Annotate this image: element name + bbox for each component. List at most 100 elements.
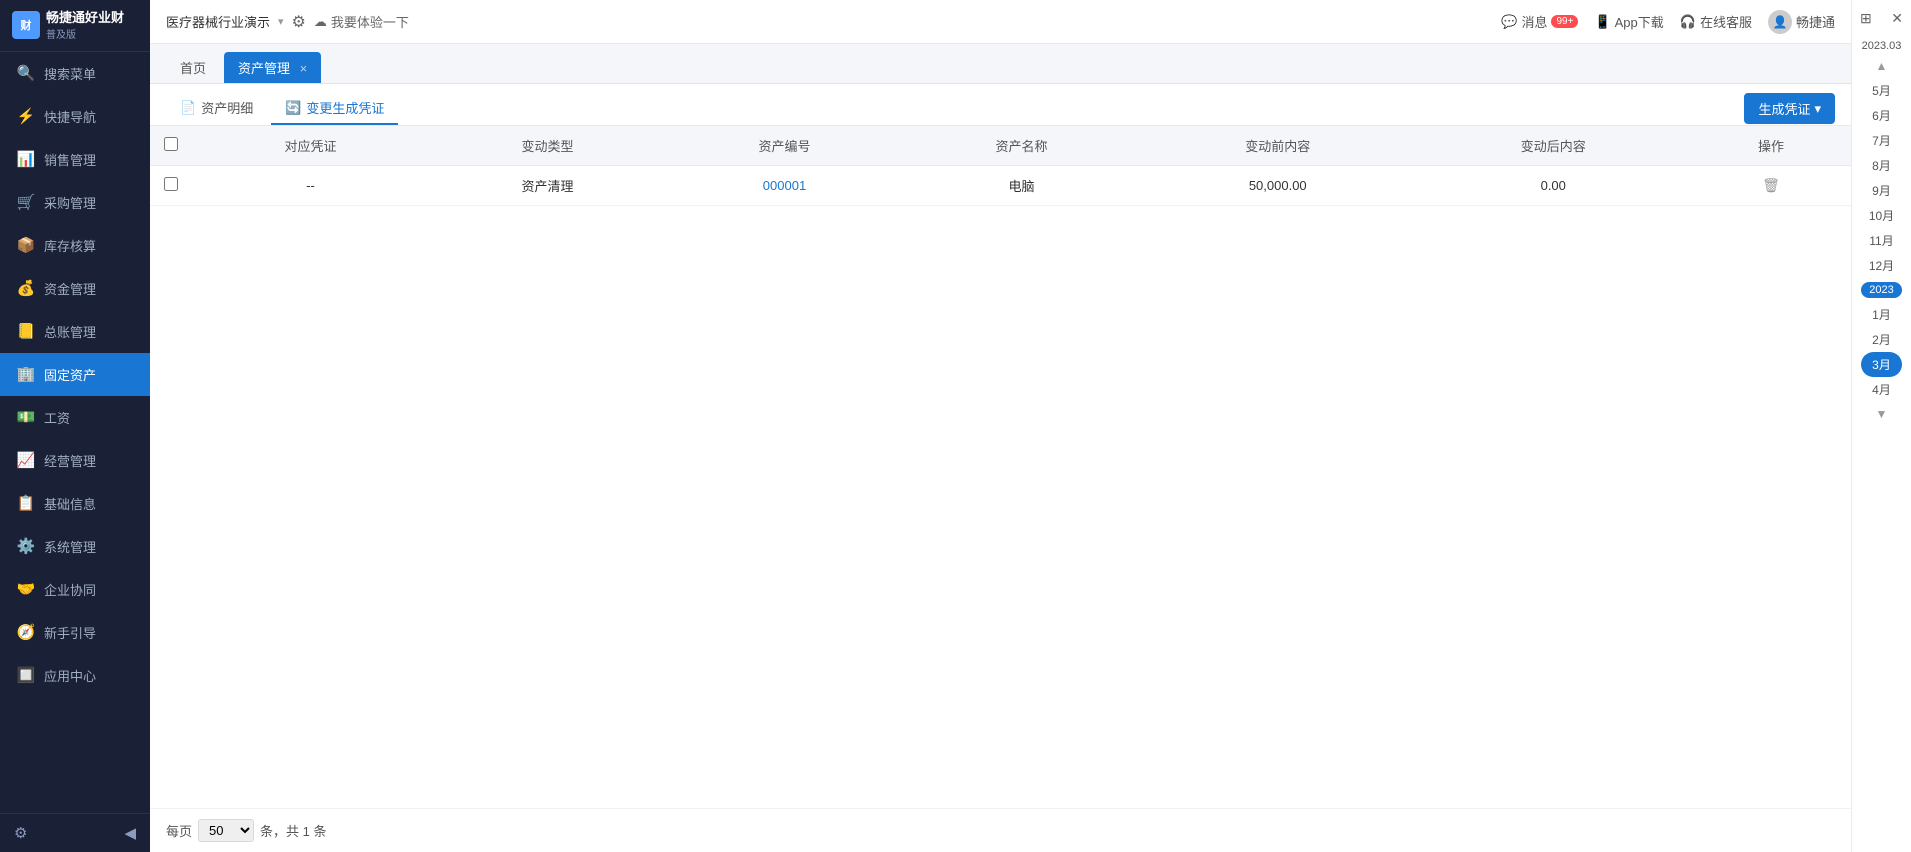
sidebar-scroll: 🔍 搜索菜单 ⚡ 快捷导航 📊 销售管理 🛒 采购管理 📦 库存核算 💰 资金管… xyxy=(0,52,150,813)
month-item[interactable]: 8月 xyxy=(1861,153,1902,178)
per-page-select[interactable]: 50 10 20 100 xyxy=(198,819,254,842)
company-arrow-icon[interactable]: ▾ xyxy=(278,15,284,28)
current-year-badge[interactable]: 2023 xyxy=(1861,282,1902,298)
sub-tab-asset-list[interactable]: 📄 资产明细 xyxy=(166,92,267,125)
salary-label: 工资 xyxy=(44,408,70,427)
right-panel-expand-icon[interactable]: ⊞ xyxy=(1860,10,1872,27)
month-item[interactable]: 12月 xyxy=(1861,253,1902,278)
app-download-icon: 📱 xyxy=(1594,14,1610,30)
sidebar-item-enterprise[interactable]: 🤝 企业协同 xyxy=(0,568,150,611)
header-operation: 操作 xyxy=(1691,126,1851,166)
table-header-row: 对应凭证 变动类型 资产编号 资产名称 变动前内容 变动后内容 操作 xyxy=(150,126,1851,166)
sidebar-item-operation[interactable]: 📈 经营管理 xyxy=(0,439,150,482)
month-item[interactable]: 5月 xyxy=(1861,78,1902,103)
messages-icon: 💬 xyxy=(1501,14,1517,30)
tab-asset-management[interactable]: 资产管理 × xyxy=(224,52,321,83)
tab-asset-management-label: 资产管理 xyxy=(238,61,290,76)
sidebar-item-base-info[interactable]: 📋 基础信息 xyxy=(0,482,150,525)
sidebar-item-quick-nav[interactable]: ⚡ 快捷导航 xyxy=(0,95,150,138)
sales-icon: 📊 xyxy=(16,150,36,168)
sidebar-item-system[interactable]: ⚙️ 系统管理 xyxy=(0,525,150,568)
row-checkbox-0[interactable] xyxy=(164,177,178,191)
guide-label: 新手引导 xyxy=(44,623,96,642)
asset-list-icon: 📄 xyxy=(180,100,196,116)
customer-service-button[interactable]: 🎧 在线客服 xyxy=(1680,12,1752,31)
messages-button[interactable]: 💬 消息 99+ xyxy=(1501,12,1578,31)
topbar-right: 💬 消息 99+ 📱 App下载 🎧 在线客服 👤 畅捷通 xyxy=(1501,10,1835,34)
messages-label: 消息 xyxy=(1521,12,1547,31)
app-download-button[interactable]: 📱 App下载 xyxy=(1594,12,1663,31)
sub-tab-change-voucher[interactable]: 🔄 变更生成凭证 xyxy=(271,92,398,125)
sidebar-logo: 财 畅捷通好业财 普及版 xyxy=(0,0,150,52)
sidebar-item-app-center[interactable]: 🔲 应用中心 xyxy=(0,654,150,697)
delete-icon[interactable]: 🗑 xyxy=(1762,177,1780,193)
tab-close-icon[interactable]: × xyxy=(300,61,308,76)
topbar-settings-icon[interactable]: ⚙ xyxy=(292,12,306,32)
month-item[interactable]: 2月 xyxy=(1861,327,1902,352)
operation-icon: 📈 xyxy=(16,451,36,469)
app-download-label: App下载 xyxy=(1615,12,1664,31)
settings-icon[interactable]: ⚙ xyxy=(14,824,27,842)
month-item[interactable]: 1月 xyxy=(1861,302,1902,327)
sidebar-item-ledger[interactable]: 📒 总账管理 xyxy=(0,310,150,353)
search-icon: 🔍 xyxy=(16,64,36,82)
sidebar: 财 畅捷通好业财 普及版 🔍 搜索菜单 ⚡ 快捷导航 📊 销售管理 🛒 采购管理… xyxy=(0,0,150,852)
feedback-item[interactable]: ☁ 我要体验一下 xyxy=(314,12,409,31)
month-item[interactable]: 7月 xyxy=(1861,128,1902,153)
purchase-label: 采购管理 xyxy=(44,193,96,212)
generate-voucher-label: 生成凭证 xyxy=(1758,99,1810,118)
right-panel-year-label: 2023.03 xyxy=(1858,40,1906,52)
table-row: -- 资产清理 000001 电脑 50,000.00 0.00 🗑 xyxy=(150,166,1851,206)
messages-badge: 99+ xyxy=(1551,15,1578,28)
month-item[interactable]: 10月 xyxy=(1861,203,1902,228)
right-panel: ⊞ ✕ 2023.03 ▲ 5月6月7月8月9月10月11月12月 2023 1月2… xyxy=(1851,0,1911,852)
right-panel-close-icon[interactable]: ✕ xyxy=(1891,10,1903,27)
user-profile[interactable]: 👤 畅捷通 xyxy=(1768,10,1835,34)
sidebar-item-search[interactable]: 🔍 搜索菜单 xyxy=(0,52,150,95)
row-checkbox-cell xyxy=(150,166,192,206)
sidebar-item-finance[interactable]: 💰 资金管理 xyxy=(0,267,150,310)
main-area: 医疗器械行业演示 ▾ ⚙ ☁ 我要体验一下 💬 消息 99+ 📱 App下载 🎧… xyxy=(150,0,1851,852)
ledger-label: 总账管理 xyxy=(44,322,96,341)
logo-text: 畅捷通好业财 xyxy=(46,10,124,26)
month-item[interactable]: 4月 xyxy=(1861,377,1902,402)
collapse-icon[interactable]: ◀ xyxy=(124,824,136,842)
topbar-left: 医疗器械行业演示 ▾ ⚙ ☁ 我要体验一下 xyxy=(166,12,1489,32)
pagination-total: 条，共 1 条 xyxy=(260,821,326,840)
generate-dropdown-icon: ▾ xyxy=(1814,101,1821,117)
tab-home[interactable]: 首页 xyxy=(166,52,220,83)
generate-voucher-button[interactable]: 生成凭证 ▾ xyxy=(1744,93,1835,124)
quick-nav-label: 快捷导航 xyxy=(44,107,96,126)
sidebar-item-guide[interactable]: 🧭 新手引导 xyxy=(0,611,150,654)
sidebar-item-fixed-assets[interactable]: 🏢 固定资产 xyxy=(0,353,150,396)
month-scroll-down-icon[interactable]: ▼ xyxy=(1873,404,1891,424)
header-after-change: 变动后内容 xyxy=(1416,126,1692,166)
system-icon: ⚙️ xyxy=(16,537,36,555)
sidebar-item-purchase[interactable]: 🛒 采购管理 xyxy=(0,181,150,224)
month-scroll-up-icon[interactable]: ▲ xyxy=(1873,56,1891,76)
month-item[interactable]: 11月 xyxy=(1861,228,1902,253)
topbar: 医疗器械行业演示 ▾ ⚙ ☁ 我要体验一下 💬 消息 99+ 📱 App下载 🎧… xyxy=(150,0,1851,44)
month-item[interactable]: 6月 xyxy=(1861,103,1902,128)
select-all-checkbox[interactable] xyxy=(164,137,178,151)
sidebar-item-salary[interactable]: 💵 工资 xyxy=(0,396,150,439)
header-voucher: 对应凭证 xyxy=(192,126,429,166)
header-checkbox-cell xyxy=(150,126,192,166)
user-label: 畅捷通 xyxy=(1796,12,1835,31)
customer-service-icon: 🎧 xyxy=(1680,14,1696,30)
logo-icon: 财 xyxy=(12,11,40,39)
quick-nav-icon: ⚡ xyxy=(16,107,36,125)
sidebar-item-sales[interactable]: 📊 销售管理 xyxy=(0,138,150,181)
operation-label: 经营管理 xyxy=(44,451,96,470)
feedback-icon: ☁ xyxy=(314,14,327,30)
app-center-icon: 🔲 xyxy=(16,666,36,684)
row-voucher-0: -- xyxy=(192,166,429,206)
sidebar-item-inventory[interactable]: 📦 库存核算 xyxy=(0,224,150,267)
month-item[interactable]: 9月 xyxy=(1861,178,1902,203)
row-change-type-0: 资产清理 xyxy=(429,166,666,206)
data-table: 对应凭证 变动类型 资产编号 资产名称 变动前内容 变动后内容 操作 -- 资产… xyxy=(150,126,1851,206)
month-item[interactable]: 3月 xyxy=(1861,352,1902,377)
fixed-assets-icon: 🏢 xyxy=(16,365,36,383)
company-name[interactable]: 医疗器械行业演示 xyxy=(166,12,270,31)
row-asset-name-0: 电脑 xyxy=(903,166,1140,206)
